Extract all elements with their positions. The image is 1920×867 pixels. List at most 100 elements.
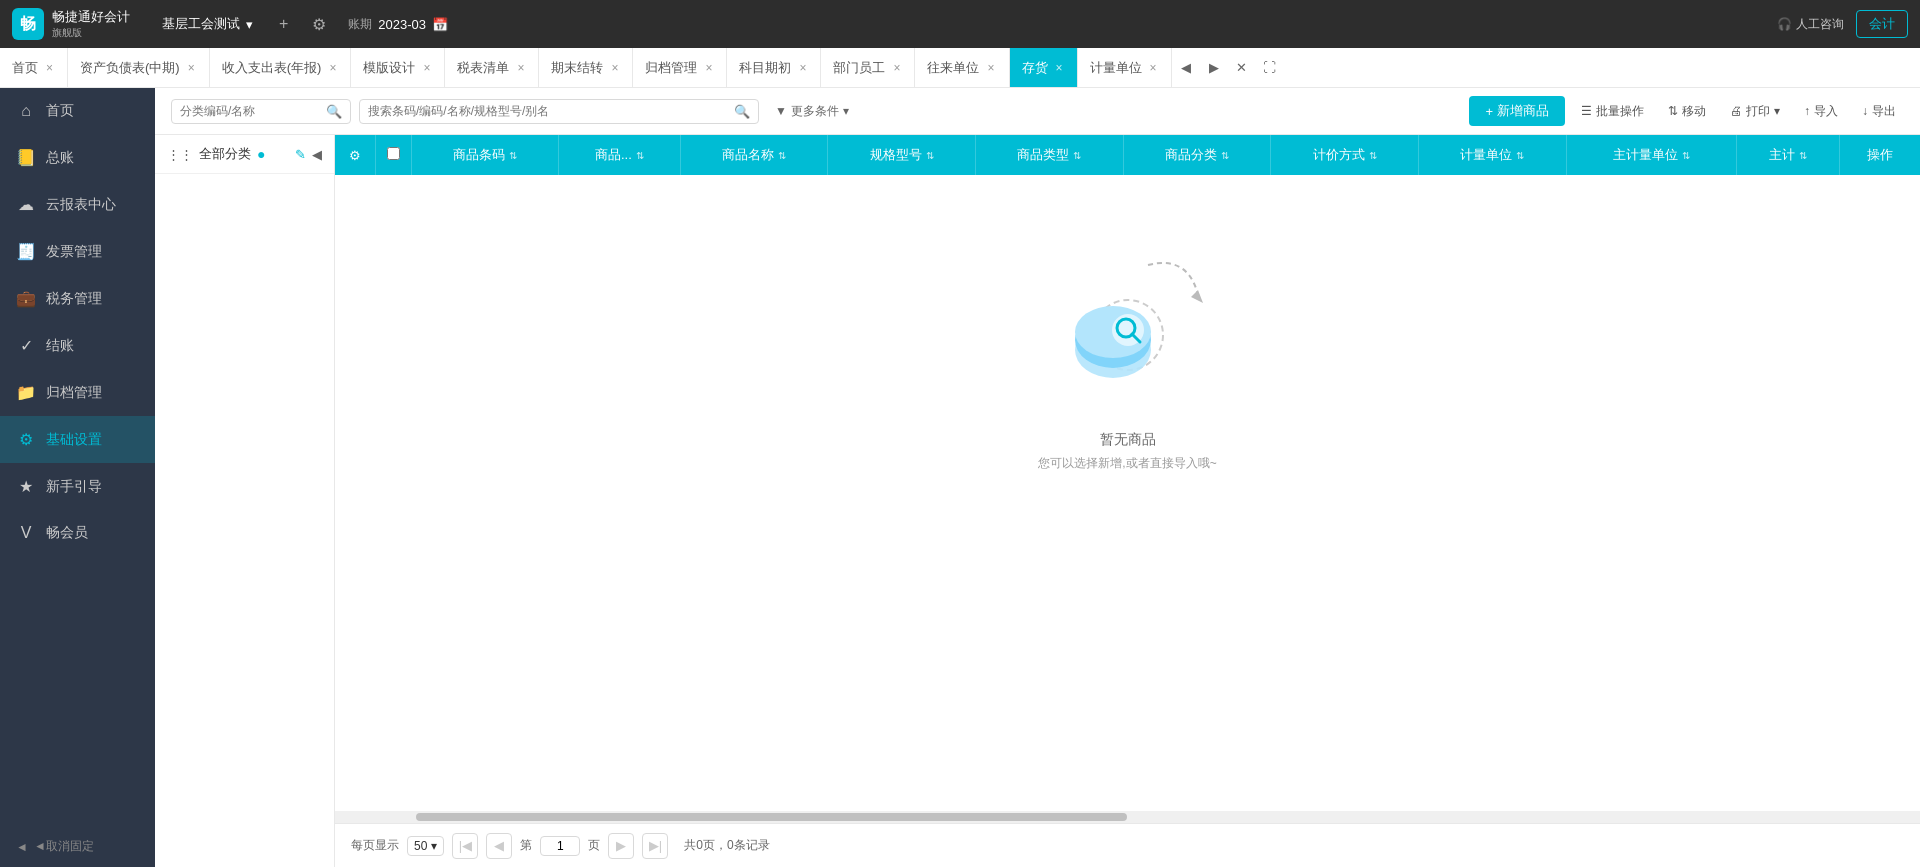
sidebar-item-basic[interactable]: ⚙ 基础设置	[0, 416, 155, 463]
sidebar-item-invoice[interactable]: 🧾 发票管理	[0, 228, 155, 275]
col-spec[interactable]: 规格型号 ⇅	[828, 135, 976, 175]
category-search-box[interactable]: 🔍	[171, 99, 351, 124]
tab-balance-label: 资产负债表(中期)	[80, 59, 180, 77]
ai-consult-label: 人工咨询	[1796, 16, 1844, 33]
settings-button[interactable]: ⚙	[306, 11, 332, 38]
sidebar-item-ledger[interactable]: 📒 总账	[0, 134, 155, 181]
tab-dept[interactable]: 部门员工 ×	[821, 48, 915, 88]
print-label: 打印	[1746, 103, 1770, 120]
account-button[interactable]: 会计	[1856, 10, 1908, 38]
tab-archive-close[interactable]: ×	[703, 61, 714, 75]
col-price-method[interactable]: 计价方式 ⇅	[1271, 135, 1419, 175]
period-label: 账期	[348, 16, 372, 33]
export-label: 导出	[1872, 103, 1896, 120]
next-page-button[interactable]: ▶	[608, 833, 634, 859]
calendar-icon[interactable]: 📅	[432, 17, 448, 32]
col-code[interactable]: 商品... ⇅	[559, 135, 680, 175]
tab-partner-close[interactable]: ×	[985, 61, 996, 75]
export-button[interactable]: ↓ 导出	[1854, 99, 1904, 124]
sidebar-item-reports[interactable]: ☁ 云报表中心	[0, 181, 155, 228]
tab-subject[interactable]: 科目期初 ×	[727, 48, 821, 88]
edit-category-icon[interactable]: ✎	[295, 147, 306, 162]
tab-next-button[interactable]: ▶	[1200, 48, 1228, 88]
tab-inventory[interactable]: 存货 ×	[1010, 48, 1078, 88]
collapse-panel-icon[interactable]: ◀	[312, 147, 322, 162]
tab-balance[interactable]: 资产负债表(中期) ×	[68, 48, 210, 88]
top-header: 畅 畅捷通好会计 旗舰版 基层工会测试 ▾ + ⚙ 账期 2023-03 📅 🎧…	[0, 0, 1920, 48]
tab-partner-label: 往来单位	[927, 59, 979, 77]
col-setting[interactable]: ⚙	[335, 135, 375, 175]
col-action: 操作	[1839, 135, 1920, 175]
tab-taxclear-close[interactable]: ×	[515, 61, 526, 75]
settle-icon: ✓	[16, 336, 36, 355]
tab-unit-close[interactable]: ×	[1148, 61, 1159, 75]
tab-income[interactable]: 收入支出表(年报) ×	[210, 48, 352, 88]
tab-prev-button[interactable]: ◀	[1172, 48, 1200, 88]
col-category[interactable]: 商品分类 ⇅	[1123, 135, 1271, 175]
tab-home[interactable]: 首页 ×	[0, 48, 68, 88]
col-type[interactable]: 商品类型 ⇅	[975, 135, 1123, 175]
tab-inventory-close[interactable]: ×	[1054, 61, 1065, 75]
pagination-bar: 每页显示 50 ▾ |◀ ◀ 第 页 ▶ ▶| 共0页，0条记录	[335, 823, 1920, 867]
col-col3[interactable]: 主计 ⇅	[1737, 135, 1840, 175]
horizontal-scrollbar[interactable]	[335, 811, 1920, 823]
col-barcode[interactable]: 商品条码 ⇅	[411, 135, 559, 175]
sidebar-item-settle[interactable]: ✓ 结账	[0, 322, 155, 369]
move-button[interactable]: ⇅ 移动	[1660, 99, 1714, 124]
company-selector[interactable]: 基层工会测试 ▾	[154, 11, 261, 37]
tab-dept-close[interactable]: ×	[891, 61, 902, 75]
main-search-input[interactable]	[368, 104, 728, 118]
tab-period[interactable]: 期末结转 ×	[539, 48, 633, 88]
tab-partner[interactable]: 往来单位 ×	[915, 48, 1009, 88]
ai-consult-button[interactable]: 🎧 人工咨询	[1777, 16, 1844, 33]
export-icon: ↓	[1862, 104, 1868, 118]
tab-taxclear[interactable]: 税表清单 ×	[445, 48, 539, 88]
main-search-icon[interactable]: 🔍	[734, 104, 750, 119]
period-info: 账期 2023-03 📅	[348, 16, 448, 33]
col-main-unit[interactable]: 主计量单位 ⇅	[1566, 135, 1736, 175]
tab-archive[interactable]: 归档管理 ×	[633, 48, 727, 88]
add-tab-button[interactable]: +	[273, 11, 294, 37]
sidebar-item-vip[interactable]: V 畅会员	[0, 510, 155, 556]
tab-expand-button[interactable]: ⛶	[1256, 48, 1284, 88]
tab-template-close[interactable]: ×	[421, 61, 432, 75]
page-size-select[interactable]: 50 ▾	[407, 836, 444, 856]
tab-home-close[interactable]: ×	[44, 61, 55, 75]
col-check[interactable]	[375, 135, 411, 175]
add-product-button[interactable]: + 新增商品	[1469, 96, 1565, 126]
col-unit[interactable]: 计量单位 ⇅	[1419, 135, 1567, 175]
batch-label: 批量操作	[1596, 103, 1644, 120]
tab-unit[interactable]: 计量单位 ×	[1078, 48, 1172, 88]
sidebar-item-archive[interactable]: 📁 归档管理	[0, 369, 155, 416]
tab-close-all-button[interactable]: ✕	[1228, 48, 1256, 88]
sidebar-item-guide[interactable]: ★ 新手引导	[0, 463, 155, 510]
main-search-box[interactable]: 🔍	[359, 99, 759, 124]
prev-page-button[interactable]: ◀	[486, 833, 512, 859]
sidebar-guide-label: 新手引导	[46, 478, 102, 496]
scrollbar-thumb[interactable]	[416, 813, 1127, 821]
sidebar-unpin-button[interactable]: ◄ ◄取消固定	[0, 826, 155, 867]
last-page-button[interactable]: ▶|	[642, 833, 668, 859]
sidebar-item-home[interactable]: ⌂ 首页	[0, 88, 155, 134]
page-size-chevron: ▾	[431, 839, 437, 853]
col-name[interactable]: 商品名称 ⇅	[680, 135, 828, 175]
dropdown-icon: ▾	[246, 17, 253, 32]
sort-unit-icon: ⇅	[1516, 150, 1524, 161]
category-search-icon[interactable]: 🔍	[326, 104, 342, 119]
page-number-input[interactable]	[540, 836, 580, 856]
first-page-button[interactable]: |◀	[452, 833, 478, 859]
select-all-checkbox[interactable]	[387, 147, 400, 160]
sidebar-item-tax[interactable]: 💼 税务管理	[0, 275, 155, 322]
tab-balance-close[interactable]: ×	[186, 61, 197, 75]
tab-unit-label: 计量单位	[1090, 59, 1142, 77]
batch-button[interactable]: ☰ 批量操作	[1573, 99, 1652, 124]
ledger-icon: 📒	[16, 148, 36, 167]
tab-template[interactable]: 模版设计 ×	[351, 48, 445, 88]
tab-income-close[interactable]: ×	[327, 61, 338, 75]
tab-subject-close[interactable]: ×	[797, 61, 808, 75]
filter-button[interactable]: ▼ 更多条件 ▾	[767, 99, 857, 124]
tab-period-close[interactable]: ×	[609, 61, 620, 75]
import-button[interactable]: ↑ 导入	[1796, 99, 1846, 124]
category-search-input[interactable]	[180, 104, 320, 118]
print-button[interactable]: 🖨 打印 ▾	[1722, 99, 1788, 124]
